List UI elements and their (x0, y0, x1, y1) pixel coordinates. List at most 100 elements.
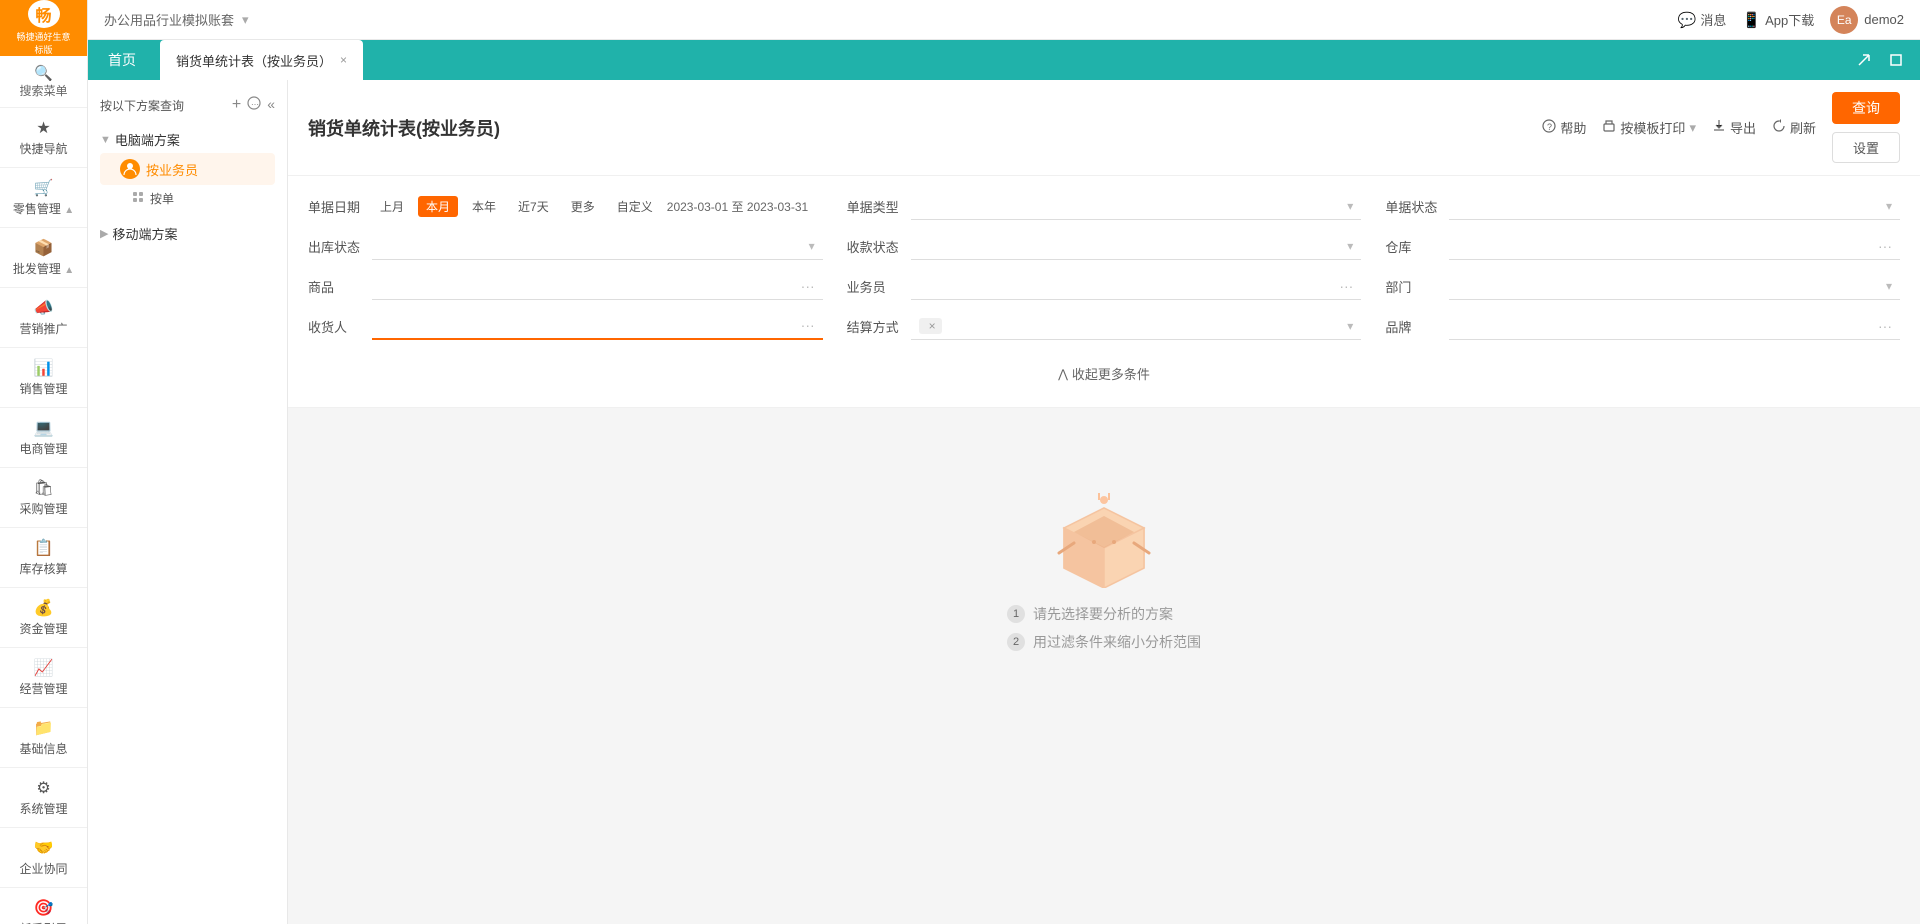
wholesale-label: 批发管理 (13, 262, 61, 276)
tab-close-icon[interactable]: × (340, 53, 347, 67)
date-btn-this-month[interactable]: 本月 (418, 196, 458, 217)
user-menu[interactable]: Ea demo2 (1830, 6, 1904, 34)
edit-scheme-icon[interactable]: ⋯ (247, 96, 261, 114)
date-btn-more[interactable]: 更多 (563, 196, 603, 217)
operation-label: 经营管理 (19, 682, 67, 696)
panel-header-icons: + ⋯ « (232, 96, 275, 114)
sidebar-item-system[interactable]: ⚙ 系统管理 (0, 768, 87, 828)
date-btn-custom[interactable]: 自定义 (609, 196, 661, 217)
export-btn[interactable]: 导出 (1712, 118, 1756, 137)
sidebar-item-inventory[interactable]: 📋 库存核算 (0, 528, 87, 588)
page-title-bar: 销货单统计表(按业务员) ? 帮助 按模板打印 ▾ (288, 80, 1920, 176)
tab-current[interactable]: 销货单统计表（按业务员） × (160, 40, 363, 80)
add-scheme-icon[interactable]: + (232, 96, 241, 114)
template-print-label: 按模板打印 (1620, 118, 1685, 137)
ecom-label: 电商管理 (19, 442, 67, 456)
settlement-label: 结算方式 (847, 317, 903, 336)
scheme-sub-item-order[interactable]: 按单 (100, 185, 275, 212)
sidebar-item-ecom[interactable]: 💻 电商管理 (0, 408, 87, 468)
sidebar-item-quick[interactable]: ★ 快捷导航 (0, 108, 87, 168)
retail-label: 零售管理 (13, 202, 61, 216)
date-btn-last-month[interactable]: 上月 (372, 196, 412, 217)
warehouse-control[interactable]: ··· (1449, 232, 1900, 260)
export-label: 导出 (1730, 118, 1756, 137)
dept-dropdown-icon: ▾ (1886, 279, 1892, 293)
sidebar-item-wholesale[interactable]: 📦 批发管理 ▲ (0, 228, 87, 288)
scheme-sub-icon (132, 191, 144, 206)
scheme-item-salesperson[interactable]: 按业务员 (100, 153, 275, 185)
settlement-tag-close[interactable]: × (929, 319, 936, 333)
svg-text:?: ? (1547, 122, 1552, 132)
purchase-label: 采购管理 (19, 502, 67, 516)
sidebar-item-operation[interactable]: 📈 经营管理 (0, 648, 87, 708)
empty-step-2: 2 用过滤条件来缩小分析范围 (1007, 632, 1201, 652)
breadcrumb-dropdown-icon[interactable]: ▾ (242, 12, 249, 28)
receipt-control[interactable]: ▾ (911, 232, 1362, 260)
salesperson-dots-icon[interactable]: ··· (1339, 278, 1353, 294)
sidebar-search-menu[interactable]: 🔍 搜索菜单 (0, 56, 87, 108)
doctype-dropdown-icon: ▾ (1347, 199, 1353, 213)
tab-home[interactable]: 首页 (88, 40, 156, 80)
stock-label: 出库状态 (308, 237, 364, 256)
filter-receipt-item: 收款状态 ▾ (847, 232, 1362, 260)
empty-instructions: 1 请先选择要分析的方案 2 用过滤条件来缩小分析范围 (1007, 604, 1201, 652)
sidebar-item-cooperation[interactable]: 🤝 企业协同 (0, 828, 87, 888)
warehouse-dots-icon[interactable]: ··· (1878, 238, 1892, 254)
settings-button[interactable]: 设置 (1832, 132, 1900, 163)
sidebar-item-marketing[interactable]: 📣 营销推广 (0, 288, 87, 348)
docstatus-control[interactable]: ▾ (1449, 192, 1900, 220)
collapse-btn[interactable]: ⋀ 收起更多条件 (1046, 360, 1162, 387)
panel-title: 按以下方案查询 (100, 97, 184, 114)
date-btn-this-year[interactable]: 本年 (464, 196, 504, 217)
consignee-dots-icon[interactable]: ··· (801, 317, 815, 333)
goods-control[interactable]: ··· (372, 272, 823, 300)
consignee-control[interactable]: ··· (372, 312, 823, 340)
sidebar-item-retail[interactable]: 🛒 零售管理 ▲ (0, 168, 87, 228)
date-btn-last7[interactable]: 近7天 (510, 196, 557, 217)
logo-icon: 畅 (28, 0, 60, 28)
template-print-btn[interactable]: 按模板打印 ▾ (1602, 118, 1696, 137)
receipt-dropdown-icon: ▾ (1347, 239, 1353, 253)
basic-icon: 📁 (4, 718, 83, 738)
consignee-label: 收货人 (308, 317, 364, 336)
tab-actions (1852, 48, 1920, 72)
brand-dots-icon[interactable]: ··· (1878, 318, 1892, 334)
basic-label: 基础信息 (19, 742, 67, 756)
ecom-icon: 💻 (4, 418, 83, 438)
doctype-control[interactable]: ▾ (911, 192, 1362, 220)
wholesale-icon: 📦 (4, 238, 83, 258)
quick-icon: ★ (4, 118, 83, 138)
system-icon: ⚙ (4, 778, 83, 798)
salesperson-control[interactable]: ··· (911, 272, 1362, 300)
desktop-scheme-group: ▼ 电脑端方案 按业务员 按单 (88, 122, 287, 216)
sidebar-item-finance[interactable]: 💰 资金管理 (0, 588, 87, 648)
tab-expand-btn[interactable] (1884, 48, 1908, 72)
app-download-btn[interactable]: 📱 App下载 (1742, 10, 1814, 29)
step-1-num: 1 (1007, 605, 1025, 623)
mobile-group-title[interactable]: ▶ 移动端方案 (100, 220, 275, 247)
message-btn[interactable]: 💬 消息 (1678, 10, 1727, 29)
help-btn[interactable]: ? 帮助 (1542, 118, 1586, 137)
sidebar-logo: 畅 畅捷通好生意 标版 (0, 0, 88, 56)
sidebar-item-purchase[interactable]: 🛍 采购管理 (0, 468, 87, 528)
collapse-panel-icon[interactable]: « (267, 96, 275, 114)
stock-control[interactable]: ▾ (372, 232, 823, 260)
brand-control[interactable]: ··· (1449, 312, 1900, 340)
filter-dept-item: 部门 ▾ (1385, 272, 1900, 300)
query-button[interactable]: 查询 (1832, 92, 1900, 124)
collapse-label: 收起更多条件 (1072, 364, 1150, 383)
tab-minimize-btn[interactable] (1852, 48, 1876, 72)
refresh-btn[interactable]: 刷新 (1772, 118, 1816, 137)
desktop-group-title[interactable]: ▼ 电脑端方案 (100, 126, 275, 153)
stock-dropdown-icon: ▾ (809, 239, 815, 253)
marketing-label: 营销推广 (19, 322, 67, 336)
header-left: 办公用品行业模拟账套 ▾ (104, 10, 249, 29)
filter-settlement-item: 结算方式 × ▾ (847, 312, 1362, 340)
sales-label: 销售管理 (19, 382, 67, 396)
sidebar-item-newuser[interactable]: 🎯 新手引导 (0, 888, 87, 924)
goods-dots-icon[interactable]: ··· (801, 278, 815, 294)
settlement-control[interactable]: × ▾ (911, 312, 1362, 340)
sidebar-item-sales[interactable]: 📊 销售管理 (0, 348, 87, 408)
sidebar-item-basic[interactable]: 📁 基础信息 (0, 708, 87, 768)
dept-control[interactable]: ▾ (1449, 272, 1900, 300)
